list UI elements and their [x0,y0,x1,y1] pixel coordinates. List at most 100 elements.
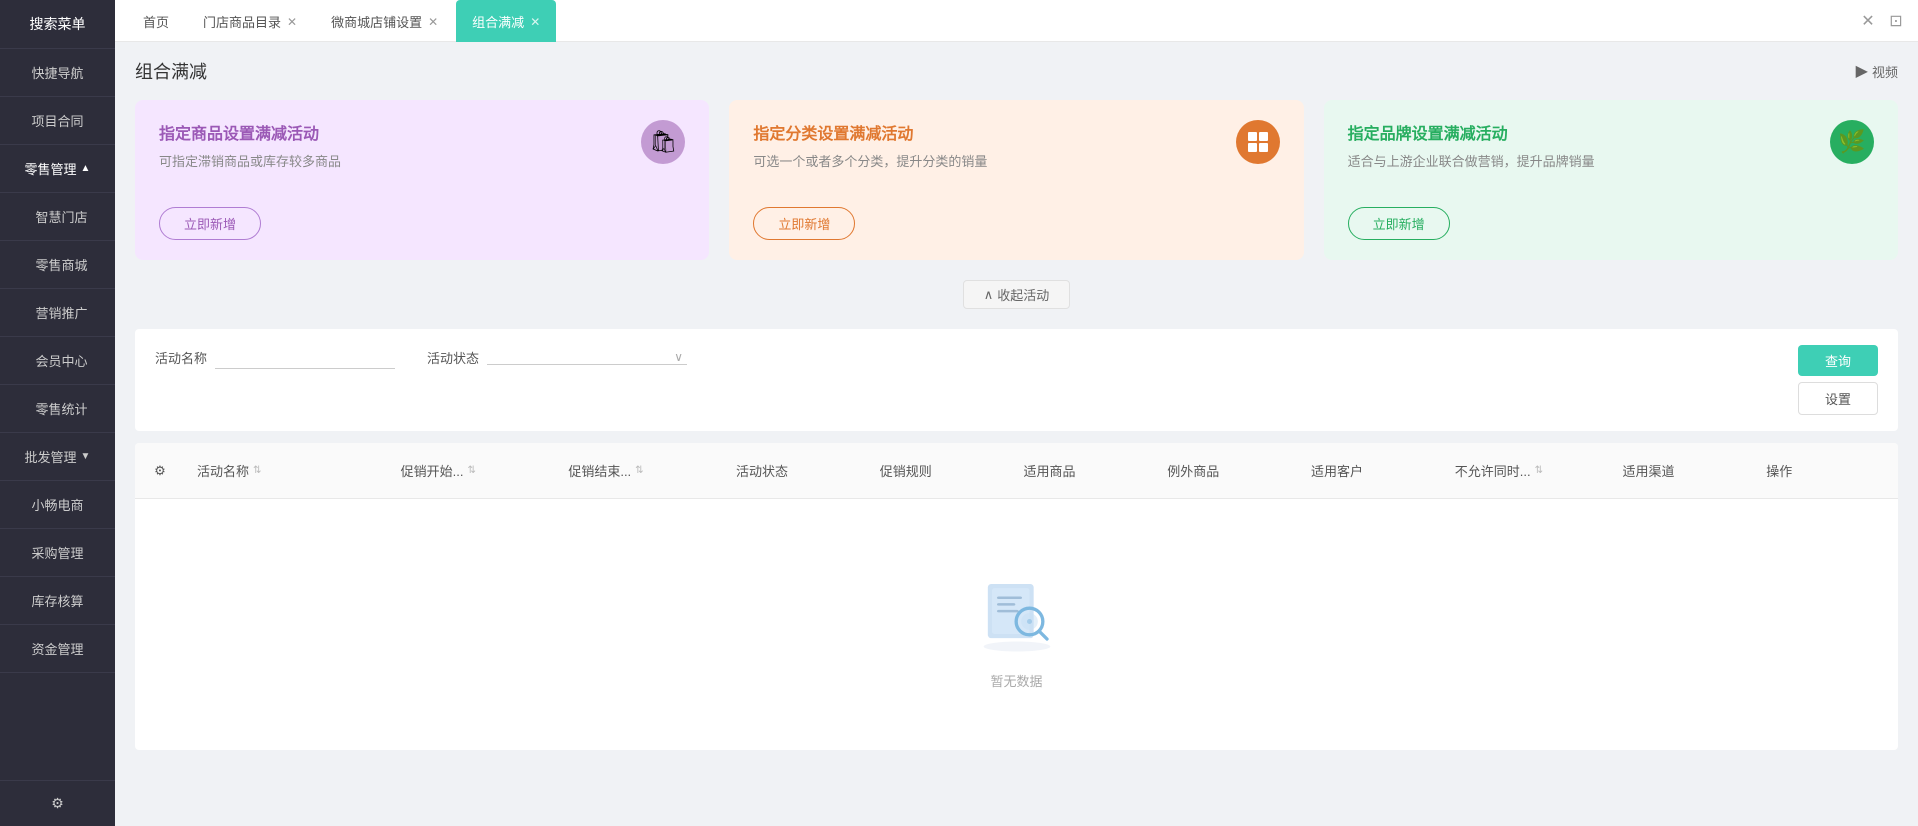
sidebar-item-label: 营销推广 [35,303,87,322]
sidebar-item-purchase-mgmt[interactable]: 采购管理 [0,529,115,577]
th-customer: 适用客户 [1299,453,1443,488]
sidebar-item-label: 会员中心 [35,351,87,370]
card-brand-icon: 🌿 [1830,120,1874,164]
chevron-up-icon: ▲ [81,163,91,174]
chevron-down-icon: ▼ [81,451,91,462]
query-button[interactable]: 查询 [1798,345,1878,376]
empty-state: 暂无数据 [135,499,1898,750]
th-settings[interactable]: ⚙ [135,455,185,487]
card-product-desc: 可指定滞销商品或库存较多商品 [159,152,685,173]
page-content-area: 组合满减 ▶ 视频 指定商品设置满减活动 🛍 可指定滞销商品或库存较多商品 立即… [115,42,1918,826]
sidebar-item-label: 智慧门店 [35,207,87,226]
sort-icon: ⇅ [1535,465,1543,476]
sidebar-item-label: 小畅电商 [31,495,83,514]
sidebar-item-label: 零售管理 [25,159,77,178]
sidebar-search[interactable]: 搜索菜单 [0,0,115,49]
th-concurrent[interactable]: 不允许同时... ⇅ [1443,453,1611,488]
search-name-field: 活动名称 [155,345,395,369]
tab-store-catalog[interactable]: 门店商品目录 ✕ [187,0,313,42]
sidebar-item-retail-mall[interactable]: 零售商城 [0,241,115,289]
sidebar-item-label: 快捷导航 [31,63,83,82]
th-action: 操作 [1754,453,1898,488]
tab-wechat-settings-label: 微商城店铺设置 [331,12,422,31]
th-goods-label: 适用商品 [1024,461,1076,480]
sidebar-item-label: 零售商城 [35,255,87,274]
play-circle-icon: ▶ [1856,61,1868,81]
sidebar-item-label: 批发管理 [25,447,77,466]
main-content: 首页 门店商品目录 ✕ 微商城店铺设置 ✕ 组合满减 ✕ ✕ ⊡ 组合满减 ▶ … [115,0,1918,826]
video-link-label: 视频 [1872,62,1898,81]
sidebar-item-project-contract[interactable]: 项目合同 [0,97,115,145]
th-except-goods: 例外商品 [1155,453,1299,488]
close-icon[interactable]: ✕ [530,15,540,29]
th-status-label: 活动状态 [736,461,788,480]
gear-icon: ⚙ [51,795,64,811]
search-status-value [487,353,674,361]
chevron-down-icon: ∨ [674,350,687,364]
search-status-select[interactable]: ∨ [487,350,687,365]
search-status-label: 活动状态 [427,348,479,367]
th-name[interactable]: 活动名称 ⇅ [185,453,389,488]
sidebar-item-inventory[interactable]: 库存核算 [0,577,115,625]
close-icon[interactable]: ✕ [287,15,297,29]
collapse-btn-label: 收起活动 [997,285,1049,304]
card-category: 指定分类设置满减活动 可选一个或者多个分类，提升分类的销量 立即新增 [729,100,1303,260]
th-action-label: 操作 [1766,461,1792,480]
th-customer-label: 适用客户 [1311,461,1363,480]
th-end[interactable]: 促销结束... ⇅ [556,453,724,488]
sidebar-item-label: 零售统计 [35,399,87,418]
search-fields: 活动名称 活动状态 ∨ [155,345,1798,369]
th-name-label: 活动名称 [197,461,249,480]
card-product-icon: 🛍 [641,120,685,164]
close-icon[interactable]: ✕ [428,15,438,29]
window-controls: ✕ ⊡ [1858,11,1906,31]
empty-icon [967,559,1067,659]
sidebar-item-retail-stats[interactable]: 零售统计 [0,385,115,433]
th-concurrent-label: 不允许同时... [1455,461,1531,480]
sort-icon: ⇅ [253,465,261,476]
sidebar-item-marketing[interactable]: 营销推广 [0,289,115,337]
sidebar-item-label: 项目合同 [31,111,83,130]
sidebar-item-quick-nav[interactable]: 快捷导航 [0,49,115,97]
collapse-bar: ∧ 收起活动 [135,272,1898,317]
empty-text: 暂无数据 [990,671,1042,690]
sidebar-item-finance[interactable]: 资金管理 [0,625,115,673]
collapse-activity-btn[interactable]: ∧ 收起活动 [963,280,1071,309]
card-brand-add-btn[interactable]: 立即新增 [1348,207,1450,240]
th-goods: 适用商品 [1012,453,1156,488]
tab-store-catalog-label: 门店商品目录 [203,12,281,31]
card-category-add-btn[interactable]: 立即新增 [753,207,855,240]
th-end-label: 促销结束... [568,461,631,480]
sidebar: 搜索菜单 快捷导航 项目合同 零售管理 ▲ 智慧门店 零售商城 营销推广 会员中… [0,0,115,826]
th-rule-label: 促销规则 [880,461,932,480]
th-except-label: 例外商品 [1167,461,1219,480]
sidebar-item-wholesale-mgmt[interactable]: 批发管理 ▼ [0,433,115,481]
th-channel-label: 适用渠道 [1622,461,1674,480]
sidebar-settings-btn[interactable]: ⚙ [0,780,115,826]
search-actions: 查询 设置 [1798,345,1878,415]
settings-button[interactable]: 设置 [1798,382,1878,415]
sidebar-item-xiaochange[interactable]: 小畅电商 [0,481,115,529]
th-rule: 促销规则 [868,453,1012,488]
sort-icon: ⇅ [467,465,475,476]
card-brand-desc: 适合与上游企业联合做营销，提升品牌销量 [1348,152,1874,173]
tab-combo-discount[interactable]: 组合满减 ✕ [456,0,556,42]
card-category-icon [1236,120,1280,164]
card-category-desc: 可选一个或者多个分类，提升分类的销量 [753,152,1279,173]
card-brand-title: 指定品牌设置满减活动 [1348,120,1874,144]
close-window-button[interactable]: ✕ [1858,11,1878,31]
tab-combo-discount-label: 组合满减 [472,12,524,31]
search-name-input[interactable] [215,345,395,369]
search-bar: 活动名称 活动状态 ∨ 查询 设置 [135,329,1898,431]
tab-wechat-settings[interactable]: 微商城店铺设置 ✕ [315,0,454,42]
th-start-label: 促销开始... [401,461,464,480]
tab-home[interactable]: 首页 [127,0,185,42]
maximize-window-button[interactable]: ⊡ [1886,11,1906,31]
sidebar-item-member-center[interactable]: 会员中心 [0,337,115,385]
video-link[interactable]: ▶ 视频 [1856,61,1898,81]
sidebar-item-smart-store[interactable]: 智慧门店 [0,193,115,241]
card-brand: 指定品牌设置满减活动 🌿 适合与上游企业联合做营销，提升品牌销量 立即新增 [1324,100,1898,260]
card-product-add-btn[interactable]: 立即新增 [159,207,261,240]
th-start[interactable]: 促销开始... ⇅ [389,453,557,488]
sidebar-item-retail-mgmt[interactable]: 零售管理 ▲ [0,145,115,193]
